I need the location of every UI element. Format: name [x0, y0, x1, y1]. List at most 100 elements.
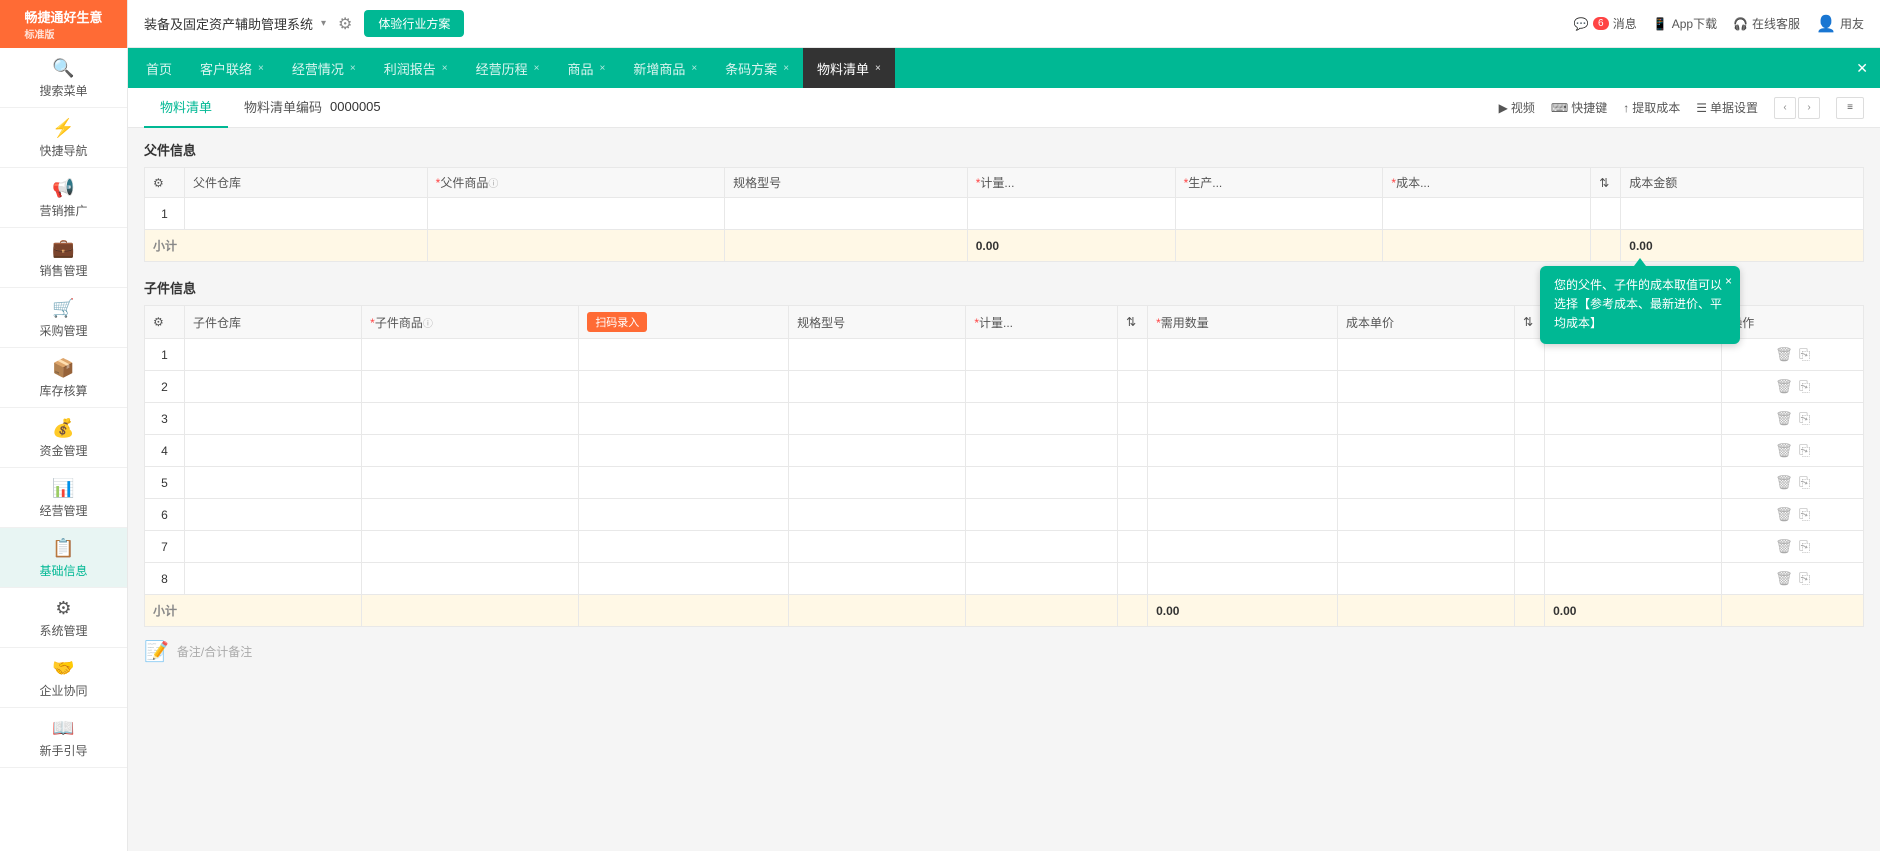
- child-row-1-quantity[interactable]: [1148, 339, 1338, 371]
- child-row-6-unit[interactable]: [966, 499, 1118, 531]
- tab-bom-code[interactable]: 物料清单编码 0000005: [228, 88, 397, 128]
- view-action[interactable]: ▶ 视频: [1499, 99, 1535, 116]
- sidebar-item-quick_nav[interactable]: ⚡ 快捷导航: [0, 108, 127, 168]
- nav-tab-profit[interactable]: 利润报告×: [370, 48, 462, 88]
- nav-tab-home[interactable]: 首页: [132, 48, 186, 88]
- copy-icon-row-7[interactable]: ⎘: [1799, 538, 1810, 555]
- child-row-8-unit[interactable]: [966, 563, 1118, 595]
- child-row-2-warehouse[interactable]: [185, 371, 362, 403]
- app-download-item[interactable]: 📱 App下载: [1653, 15, 1717, 32]
- scan-btn[interactable]: 扫码录入: [587, 312, 647, 332]
- sidebar-item-enterprise[interactable]: 🤝 企业协同: [0, 648, 127, 708]
- child-row-7-product[interactable]: [362, 531, 579, 563]
- child-row-6-quantity[interactable]: [1148, 499, 1338, 531]
- tab-close-customer[interactable]: ×: [258, 63, 264, 74]
- sidebar-item-operations[interactable]: 📊 经营管理: [0, 468, 127, 528]
- copy-icon-row-8[interactable]: ⎘: [1799, 570, 1810, 587]
- tooltip-close-btn[interactable]: ×: [1725, 272, 1732, 291]
- child-row-3-unit[interactable]: [966, 403, 1118, 435]
- sidebar-item-system[interactable]: ⚙ 系统管理: [0, 588, 127, 648]
- child-th-gear[interactable]: ⚙: [145, 306, 185, 339]
- delete-icon-row-4[interactable]: 🗑: [1775, 442, 1793, 459]
- parent-row-1-cost[interactable]: [1383, 198, 1591, 230]
- nav-tab-new_goods[interactable]: 新增商品×: [619, 48, 711, 88]
- child-row-8-quantity[interactable]: [1148, 563, 1338, 595]
- tab-close-new_goods[interactable]: ×: [691, 63, 697, 74]
- child-row-3-product[interactable]: [362, 403, 579, 435]
- tab-close-goods[interactable]: ×: [599, 63, 605, 74]
- tab-close-history[interactable]: ×: [534, 63, 540, 74]
- copy-icon-row-3[interactable]: ⎘: [1799, 410, 1810, 427]
- sidebar-item-inventory[interactable]: 📦 库存核算: [0, 348, 127, 408]
- single-settings-action[interactable]: ☰ 单据设置: [1696, 99, 1758, 116]
- parent-row-1-product[interactable]: [427, 198, 724, 230]
- tab-close-barcode[interactable]: ×: [783, 63, 789, 74]
- child-row-1-spec[interactable]: [789, 339, 966, 371]
- child-row-5-unit[interactable]: [966, 467, 1118, 499]
- delete-icon-row-3[interactable]: 🗑: [1775, 410, 1793, 427]
- child-row-8-spec[interactable]: [789, 563, 966, 595]
- grid-view-btn[interactable]: ≡: [1836, 97, 1864, 119]
- child-row-6-spec[interactable]: [789, 499, 966, 531]
- child-row-2-product[interactable]: [362, 371, 579, 403]
- child-row-4-unit[interactable]: [966, 435, 1118, 467]
- child-row-4-quantity[interactable]: [1148, 435, 1338, 467]
- nav-tab-goods[interactable]: 商品×: [553, 48, 619, 88]
- system-dropdown-arrow[interactable]: ▾: [321, 18, 326, 29]
- child-row-4-warehouse[interactable]: [185, 435, 362, 467]
- sidebar-item-basic_info[interactable]: 📋 基础信息: [0, 528, 127, 588]
- tab-close-operation[interactable]: ×: [350, 63, 356, 74]
- message-item[interactable]: 💬 6 消息: [1574, 15, 1637, 32]
- online-service-item[interactable]: 🎧 在线客服: [1733, 15, 1800, 32]
- sidebar-item-marketing[interactable]: 📢 营销推广: [0, 168, 127, 228]
- child-row-3-quantity[interactable]: [1148, 403, 1338, 435]
- child-row-5-unit-cost[interactable]: [1337, 467, 1514, 499]
- copy-icon-row-4[interactable]: ⎘: [1799, 442, 1810, 459]
- copy-icon-row-1[interactable]: ⎘: [1799, 346, 1810, 363]
- child-row-7-quantity[interactable]: [1148, 531, 1338, 563]
- copy-icon-row-5[interactable]: ⎘: [1799, 474, 1810, 491]
- delete-icon-row-8[interactable]: 🗑: [1775, 570, 1793, 587]
- child-row-2-spec[interactable]: [789, 371, 966, 403]
- child-row-6-warehouse[interactable]: [185, 499, 362, 531]
- child-row-1-product[interactable]: [362, 339, 579, 371]
- child-row-1-unit[interactable]: [966, 339, 1118, 371]
- child-row-5-product[interactable]: [362, 467, 579, 499]
- tab-close-bom[interactable]: ×: [875, 63, 881, 74]
- user-item[interactable]: 👤 用友: [1816, 14, 1864, 34]
- child-row-8-warehouse[interactable]: [185, 563, 362, 595]
- tab-bom-list[interactable]: 物料清单: [144, 88, 228, 128]
- child-row-7-unit[interactable]: [966, 531, 1118, 563]
- child-row-4-product[interactable]: [362, 435, 579, 467]
- shortcut-action[interactable]: ⌨ 快捷键: [1551, 99, 1607, 116]
- parent-row-1-production[interactable]: [1175, 198, 1383, 230]
- child-row-2-unit-cost[interactable]: [1337, 371, 1514, 403]
- child-row-4-spec[interactable]: [789, 435, 966, 467]
- child-row-7-unit-cost[interactable]: [1337, 531, 1514, 563]
- nav-tab-customer[interactable]: 客户联络×: [186, 48, 278, 88]
- child-row-1-warehouse[interactable]: [185, 339, 362, 371]
- parent-row-1-unit[interactable]: [967, 198, 1175, 230]
- child-row-8-product[interactable]: [362, 563, 579, 595]
- sidebar-item-sales[interactable]: 💼 销售管理: [0, 228, 127, 288]
- extract-cost-action[interactable]: ↑ 提取成本: [1623, 99, 1680, 116]
- sidebar-item-purchase[interactable]: 🛒 采购管理: [0, 288, 127, 348]
- copy-icon-row-2[interactable]: ⎘: [1799, 378, 1810, 395]
- child-row-5-spec[interactable]: [789, 467, 966, 499]
- child-row-7-warehouse[interactable]: [185, 531, 362, 563]
- tab-close-profit[interactable]: ×: [442, 63, 448, 74]
- child-row-6-product[interactable]: [362, 499, 579, 531]
- child-row-3-warehouse[interactable]: [185, 403, 362, 435]
- child-row-5-quantity[interactable]: [1148, 467, 1338, 499]
- next-arrow[interactable]: ›: [1798, 97, 1820, 119]
- app-logo[interactable]: 畅捷通好生意 标准版: [0, 0, 127, 48]
- nav-tab-operation[interactable]: 经营情况×: [278, 48, 370, 88]
- child-row-6-unit-cost[interactable]: [1337, 499, 1514, 531]
- child-row-3-spec[interactable]: [789, 403, 966, 435]
- trial-button[interactable]: 体验行业方案: [364, 10, 464, 37]
- sidebar-item-guide[interactable]: 📖 新手引导: [0, 708, 127, 768]
- delete-icon-row-5[interactable]: 🗑: [1775, 474, 1793, 491]
- child-row-2-unit[interactable]: [966, 371, 1118, 403]
- parent-th-gear[interactable]: ⚙: [145, 168, 185, 198]
- prev-arrow[interactable]: ‹: [1774, 97, 1796, 119]
